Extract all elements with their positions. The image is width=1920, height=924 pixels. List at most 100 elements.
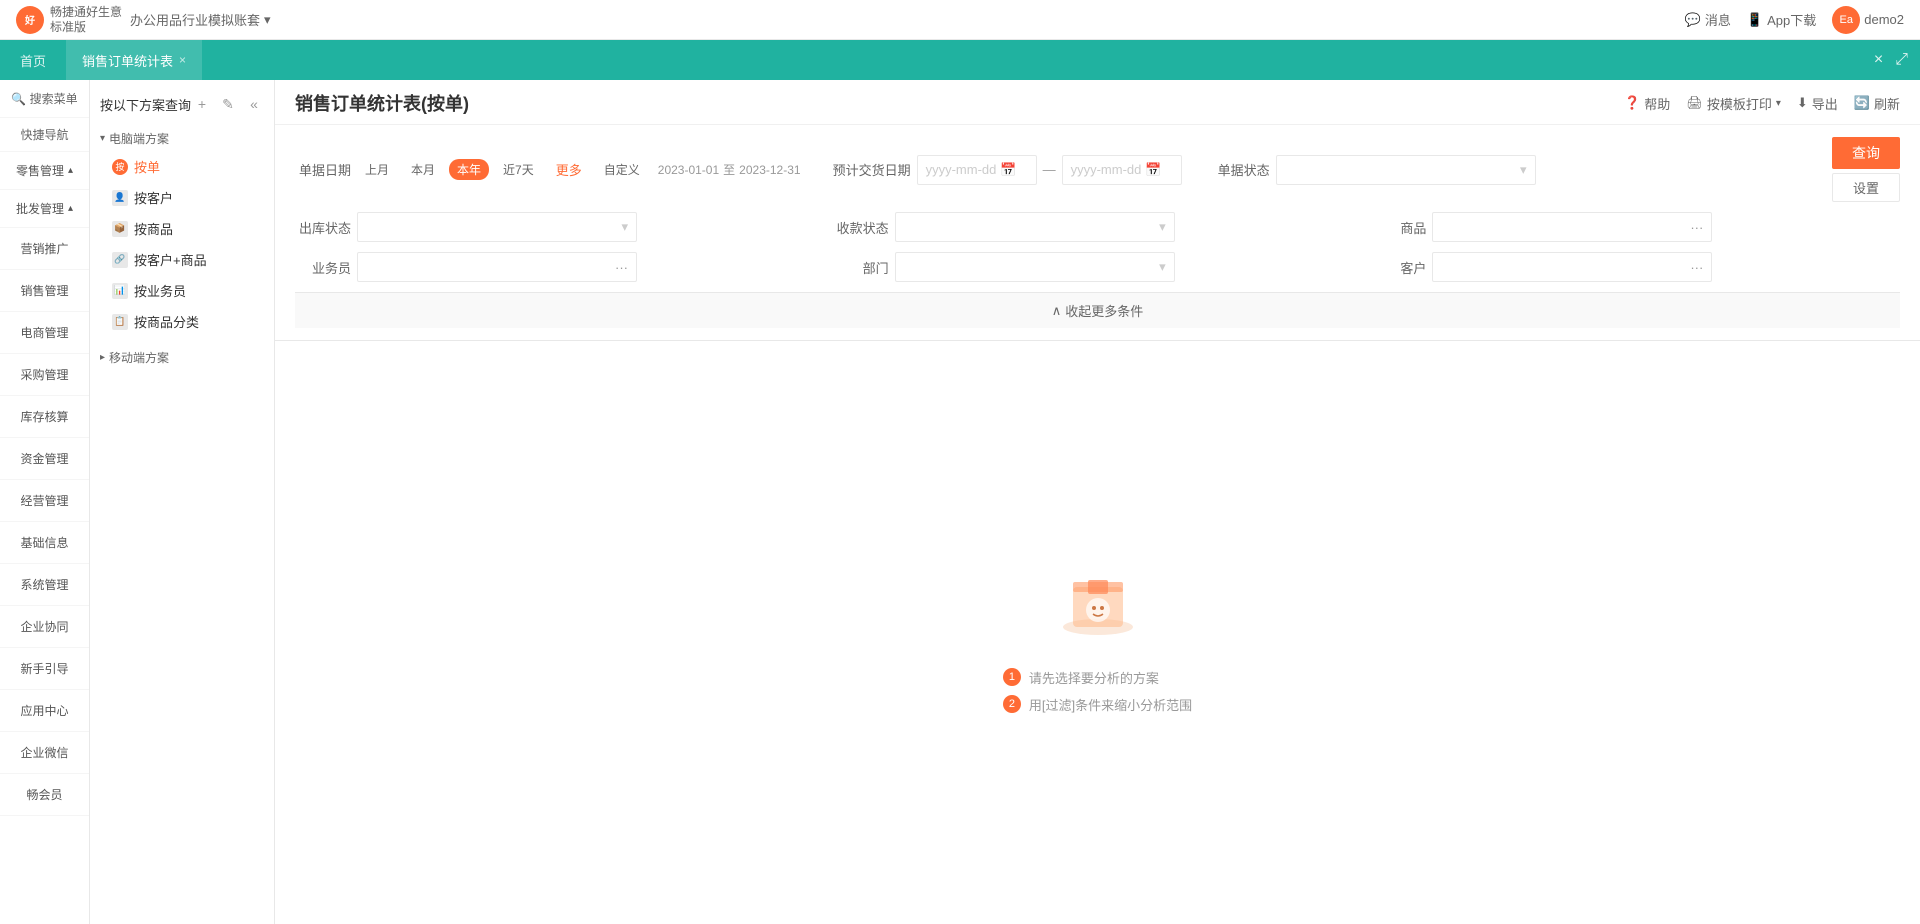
export-icon: ⬇	[1797, 95, 1808, 111]
header-actions: ❓ 帮助 🖨 按模板打印 ▾ ⬇ 导出 🔄 刷新	[1624, 94, 1900, 113]
content-area: 按以下方案查询 + ✎ « ▾ 电脑端方案 按 按单	[90, 80, 1920, 924]
scheme-section-mobile-header[interactable]: ▸ 移动端方案	[90, 345, 274, 370]
tip-1-number: 1	[1003, 668, 1021, 686]
sidebar-item-member[interactable]: 畅会员	[0, 774, 89, 816]
window-maximize-icon[interactable]: ⤢	[1895, 51, 1908, 69]
top-bar-right: 💬 消息 📱 App下载 Ea demo2	[1685, 6, 1904, 34]
product-group: 商品 ···	[1370, 212, 1900, 242]
shipment-dropdown-icon: ▾	[621, 219, 628, 235]
add-scheme-button[interactable]: +	[192, 94, 212, 114]
message-icon: 💬	[1685, 12, 1701, 28]
this-year-btn[interactable]: 本年	[449, 159, 489, 180]
sidebar-search[interactable]: 🔍 搜索菜单	[0, 80, 89, 118]
pc-section-arrow-icon: ▾	[100, 133, 105, 144]
more-date-btn[interactable]: 更多	[548, 158, 590, 181]
sidebar-item-newbie[interactable]: 新手引导	[0, 648, 89, 690]
payment-status-select[interactable]: ▾	[895, 212, 1175, 242]
window-close-icon[interactable]: ×	[1874, 51, 1883, 69]
scheme-section-mobile: ▸ 移动端方案	[90, 341, 274, 374]
sidebar-item-operations[interactable]: 经营管理	[0, 480, 89, 522]
print-icon: 🖨	[1686, 95, 1703, 111]
scheme-item-by-order[interactable]: 按 按单	[90, 151, 274, 182]
customer-input[interactable]: ···	[1432, 252, 1712, 282]
calendar-from-icon: 📅	[1000, 162, 1016, 178]
salesperson-label: 业务员	[295, 258, 351, 277]
help-button[interactable]: ❓ 帮助	[1624, 94, 1670, 113]
company-selector[interactable]: 办公用品行业模拟账套 ▾	[130, 10, 271, 29]
single-status-label: 单据状态	[1214, 160, 1270, 179]
sidebar-item-enterprise[interactable]: 企业协同	[0, 606, 89, 648]
department-select[interactable]: ▾	[895, 252, 1175, 282]
department-dropdown-icon: ▾	[1159, 259, 1166, 275]
salesperson-input[interactable]: ···	[357, 252, 637, 282]
salesperson-multi-btn[interactable]: ···	[615, 260, 628, 275]
product-input[interactable]: ···	[1432, 212, 1712, 242]
last-month-btn[interactable]: 上月	[357, 159, 397, 180]
scheme-item-by-customer-product[interactable]: 🔗 按客户+商品	[90, 244, 274, 275]
payment-dropdown-icon: ▾	[1159, 219, 1166, 235]
collapse-arrow-icon: ∧	[1052, 303, 1062, 319]
expected-date-to[interactable]: yyyy-mm-dd 📅	[1062, 155, 1182, 185]
scheme-section-pc-header[interactable]: ▾ 电脑端方案	[90, 126, 274, 151]
sidebar-item-inventory[interactable]: 库存核算	[0, 396, 89, 438]
shipment-status-group: 出库状态 ▾	[295, 212, 825, 242]
product-multi-btn[interactable]: ···	[1690, 220, 1703, 235]
filter-row-2: 出库状态 ▾ 收款状态 ▾ 商品	[295, 212, 1900, 242]
template-print-dropdown-icon: ▾	[1776, 98, 1781, 109]
department-label: 部门	[833, 258, 889, 277]
sidebar-quick-nav[interactable]: 快捷导航	[0, 118, 89, 152]
refresh-button[interactable]: 🔄 刷新	[1854, 94, 1900, 113]
app-download-button[interactable]: 📱 App下载	[1747, 10, 1816, 29]
single-status-select[interactable]: ▾	[1276, 155, 1536, 185]
empty-illustration	[1048, 552, 1148, 652]
payment-status-label: 收款状态	[833, 218, 889, 237]
last7days-btn[interactable]: 近7天	[495, 159, 542, 180]
scheme-item-by-salesperson[interactable]: 📊 按业务员	[90, 275, 274, 306]
query-buttons: 查询 设置	[1832, 137, 1900, 202]
scheme-item-by-customer[interactable]: 👤 按客户	[90, 182, 274, 213]
sidebar-item-finance[interactable]: 资金管理	[0, 438, 89, 480]
sidebar-item-purchase[interactable]: 采购管理	[0, 354, 89, 396]
refresh-icon: 🔄	[1854, 95, 1870, 111]
tab-close-icon[interactable]: ×	[179, 53, 186, 67]
empty-tips: 1 请先选择要分析的方案 2 用[过滤]条件来缩小分析范围	[1003, 668, 1192, 714]
help-icon: ❓	[1624, 95, 1640, 111]
custom-date-btn[interactable]: 自定义	[596, 159, 648, 180]
date-quick-buttons: 上月 本月 本年 近7天 更多 自定义	[357, 158, 648, 181]
sidebar-item-app-center[interactable]: 应用中心	[0, 690, 89, 732]
scheme-item-by-category[interactable]: 📋 按商品分类	[90, 306, 274, 337]
sidebar-item-system[interactable]: 系统管理	[0, 564, 89, 606]
collapse-scheme-button[interactable]: «	[244, 94, 264, 114]
nav-tabs-right: × ⤢	[1874, 40, 1920, 80]
export-button[interactable]: ⬇ 导出	[1797, 94, 1838, 113]
sidebar-item-marketing[interactable]: 营销推广	[0, 228, 89, 270]
sidebar-item-wechat[interactable]: 企业微信	[0, 732, 89, 774]
sidebar-item-sales[interactable]: 销售管理	[0, 270, 89, 312]
sidebar-item-wholesale[interactable]: 批发管理 ▴	[0, 190, 89, 228]
message-button[interactable]: 💬 消息	[1685, 10, 1731, 29]
sidebar-item-basic-info[interactable]: 基础信息	[0, 522, 89, 564]
collapse-filter-button[interactable]: ∧ 收起更多条件	[295, 292, 1900, 328]
filter-row-1: 单据日期 上月 本月 本年 近7天 更多 自定义 2023-01-01 至	[295, 137, 1900, 202]
scheme-panel-title: 按以下方案查询	[100, 95, 191, 114]
page-title: 销售订单统计表(按单)	[295, 90, 469, 116]
scheme-item-by-product[interactable]: 📦 按商品	[90, 213, 274, 244]
tab-home[interactable]: 首页	[0, 40, 66, 80]
shipment-status-select[interactable]: ▾	[357, 212, 637, 242]
main-layout: 🔍 搜索菜单 快捷导航 零售管理 ▴ 批发管理 ▴ 营销推广 销售管理 电商管理…	[0, 80, 1920, 924]
this-month-btn[interactable]: 本月	[403, 159, 443, 180]
edit-scheme-button[interactable]: ✎	[218, 94, 238, 114]
template-print-button[interactable]: 🖨 按模板打印 ▾	[1686, 94, 1781, 113]
top-bar-left: 好 畅捷通好生意 标准版 办公用品行业模拟账套 ▾	[16, 5, 271, 34]
sidebar-item-retail[interactable]: 零售管理 ▴	[0, 152, 89, 190]
expected-date-from[interactable]: yyyy-mm-dd 📅	[917, 155, 1037, 185]
sidebar-item-ecommerce[interactable]: 电商管理	[0, 312, 89, 354]
query-button[interactable]: 查询	[1832, 137, 1900, 169]
date-range-display: 2023-01-01 至 2023-12-31	[658, 161, 801, 178]
tab-sales-order-stats[interactable]: 销售订单统计表 ×	[66, 40, 202, 80]
single-date-group: 单据日期 上月 本月 本年 近7天 更多 自定义 2023-01-01 至	[295, 158, 801, 181]
customer-multi-btn[interactable]: ···	[1690, 260, 1703, 275]
wholesale-arrow-icon: ▴	[68, 203, 73, 214]
user-menu[interactable]: Ea demo2	[1832, 6, 1904, 34]
settings-button[interactable]: 设置	[1832, 173, 1900, 202]
